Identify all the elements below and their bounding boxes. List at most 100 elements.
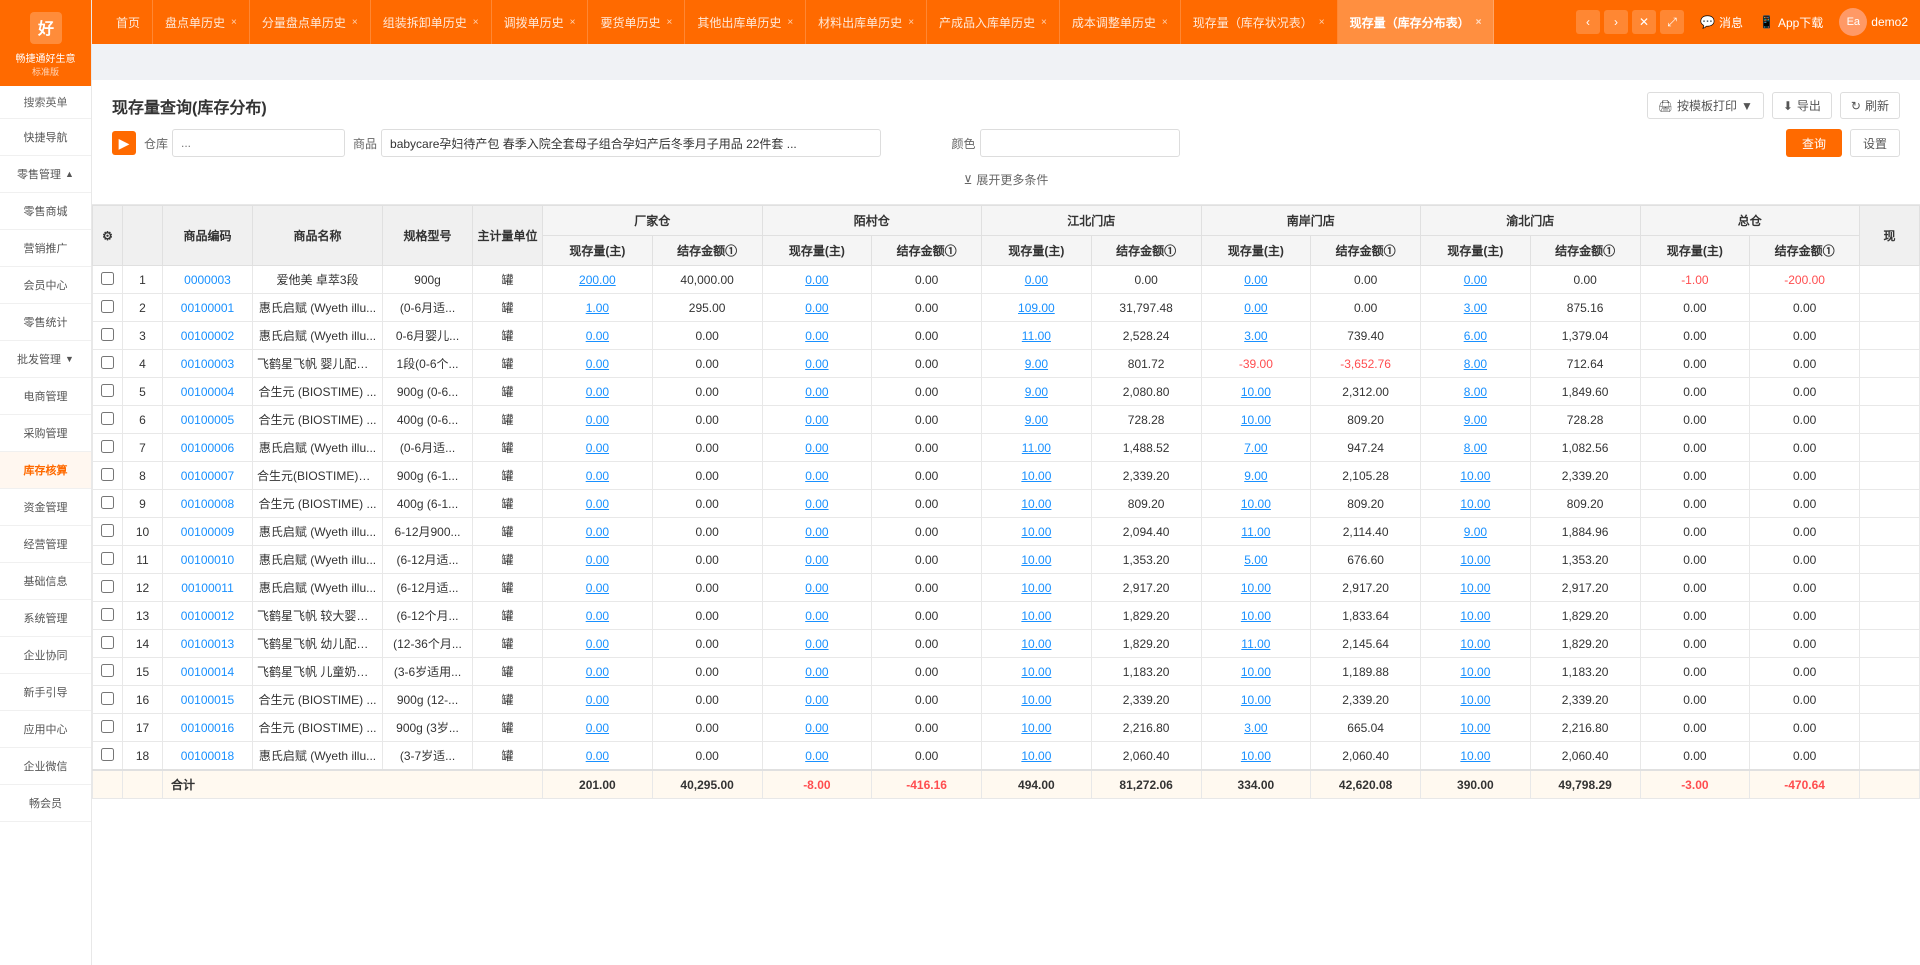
message-btn[interactable]: 💬 消息 [1700, 14, 1743, 31]
row-check[interactable] [93, 602, 123, 630]
row-check[interactable] [93, 378, 123, 406]
tab-other-out[interactable]: 其他出库单历史 × [685, 0, 806, 44]
row-spec: (3-7岁适... [383, 742, 473, 771]
gear-icon[interactable]: ⚙ [102, 229, 113, 243]
tab-close-product-in[interactable]: × [1041, 17, 1047, 28]
table-area[interactable]: ⚙ 商品编码 商品名称 规格型号 主计量单位 厂家仓 陌村仓 江北门店 南岸门店… [92, 205, 1920, 965]
row-check[interactable] [93, 742, 123, 771]
setting-button[interactable]: 设置 [1850, 129, 1900, 157]
tab-close-material-out[interactable]: × [908, 17, 914, 28]
sidebar-item-member[interactable]: 会员中心 [0, 267, 91, 304]
row-jb-qty: 10.00 [982, 490, 1092, 518]
sidebar-item-ops[interactable]: 经营管理 [0, 526, 91, 563]
table-row: 12 00100011 惠氏启赋 (Wyeth illu... (6-12月适.… [93, 574, 1920, 602]
sidebar-item-wechat[interactable]: 企业微信 [0, 748, 91, 785]
sidebar-item-wholesale[interactable]: 批发管理 ▼ [0, 341, 91, 378]
row-check[interactable] [93, 406, 123, 434]
sidebar-item-purchase[interactable]: 采购管理 [0, 415, 91, 452]
tab-request[interactable]: 要货单历史 × [588, 0, 685, 44]
warehouse-input[interactable] [172, 129, 345, 157]
row-na-qty: 7.00 [1201, 434, 1311, 462]
row-check[interactable] [93, 714, 123, 742]
next-tab-btn[interactable]: › [1604, 10, 1628, 34]
logo-icon: 好 [26, 8, 66, 48]
sidebar-item-retail-mgmt[interactable]: 零售管理 ▲ [0, 156, 91, 193]
tab-close-stock-status[interactable]: × [1319, 17, 1325, 28]
tab-close-combo-split[interactable]: × [473, 17, 479, 28]
row-check[interactable] [93, 574, 123, 602]
tab-close-inventory-check[interactable]: × [231, 17, 237, 28]
sidebar-item-shortcut[interactable]: 快捷导航 [0, 119, 91, 156]
sidebar-item-basic[interactable]: 基础信息 [0, 563, 91, 600]
tab-close-sub-inventory[interactable]: × [352, 17, 358, 28]
refresh-button[interactable]: ↻ 刷新 [1840, 92, 1900, 119]
row-check[interactable] [93, 546, 123, 574]
row-check[interactable] [93, 322, 123, 350]
sidebar-item-system[interactable]: 系统管理 [0, 600, 91, 637]
row-yb-qty: 10.00 [1421, 602, 1531, 630]
tab-stock-dist[interactable]: 现存量（库存分布表） × [1338, 0, 1495, 44]
sidebar-item-retail-mall[interactable]: 零售商城 [0, 193, 91, 230]
row-cur [1860, 574, 1920, 602]
tab-home[interactable]: 首页 [104, 0, 153, 44]
prev-tab-btn[interactable]: ‹ [1576, 10, 1600, 34]
tab-close-other-out[interactable]: × [787, 17, 793, 28]
goods-input[interactable] [381, 129, 881, 157]
row-total-amt: 0.00 [1750, 490, 1860, 518]
sidebar-item-ecommerce[interactable]: 电商管理 [0, 378, 91, 415]
row-spec: 900g (0-6... [383, 378, 473, 406]
tab-cost-adj[interactable]: 成本调整单历史 × [1060, 0, 1181, 44]
sidebar-item-member2[interactable]: 畅会员 [0, 785, 91, 822]
query-button[interactable]: 查询 [1786, 129, 1842, 157]
row-check[interactable] [93, 490, 123, 518]
row-check[interactable] [93, 630, 123, 658]
tab-sub-inventory[interactable]: 分量盘点单历史 × [250, 0, 371, 44]
tab-close-cost-adj[interactable]: × [1162, 17, 1168, 28]
tab-close-adjust[interactable]: × [570, 17, 576, 28]
col-spec: 规格型号 [383, 206, 473, 266]
sidebar-search[interactable]: 搜索英单 [0, 86, 91, 119]
row-unit: 罐 [473, 658, 543, 686]
row-jb-qty: 9.00 [982, 406, 1092, 434]
row-check[interactable] [93, 686, 123, 714]
expand-tab-btn[interactable]: ⤢ [1660, 10, 1684, 34]
print-button[interactable]: 🖨 按模板打印 ▼ [1647, 92, 1764, 119]
tab-product-in[interactable]: 产成品入库单历史 × [927, 0, 1060, 44]
filter-toggle-btn[interactable]: ▶ [112, 131, 136, 155]
tab-inventory-check[interactable]: 盘点单历史 × [153, 0, 250, 44]
row-check[interactable] [93, 350, 123, 378]
row-yb-qty: 10.00 [1421, 714, 1531, 742]
sidebar-item-marketing[interactable]: 营销推广 [0, 230, 91, 267]
row-check[interactable] [93, 266, 123, 294]
sidebar-item-inventory[interactable]: 库存核算 [0, 452, 91, 489]
logo[interactable]: 好 畅捷通好生意 标准版 [0, 0, 91, 86]
tab-material-out[interactable]: 材料出库单历史 × [806, 0, 927, 44]
tab-combo-split[interactable]: 组装拆卸单历史 × [371, 0, 492, 44]
sidebar-item-retail-stats[interactable]: 零售统计 [0, 304, 91, 341]
color-input[interactable] [980, 129, 1180, 157]
tab-close-request[interactable]: × [666, 17, 672, 28]
row-check[interactable] [93, 434, 123, 462]
sidebar-item-guide[interactable]: 新手引导 [0, 674, 91, 711]
app-download-btn[interactable]: 📱 App下载 [1759, 14, 1823, 31]
row-mc-qty: 0.00 [762, 322, 872, 350]
user-profile[interactable]: Ea demo2 [1839, 8, 1908, 36]
row-check[interactable] [93, 518, 123, 546]
tab-stock-status[interactable]: 现存量（库存状况表） × [1181, 0, 1338, 44]
sidebar-item-appstore[interactable]: 应用中心 [0, 711, 91, 748]
close-all-btn[interactable]: ✕ [1632, 10, 1656, 34]
export-button[interactable]: ⬇ 导出 [1772, 92, 1832, 119]
row-check[interactable] [93, 462, 123, 490]
row-check[interactable] [93, 294, 123, 322]
tab-close-stock-dist[interactable]: × [1476, 17, 1482, 28]
row-spec: (6-12月适... [383, 546, 473, 574]
row-check[interactable] [93, 658, 123, 686]
sidebar-item-corp[interactable]: 企业协同 [0, 637, 91, 674]
expand-conditions-btn[interactable]: ⊻ 展开更多条件 [956, 167, 1057, 192]
table-row: 5 00100004 合生元 (BIOSTIME) ... 900g (0-6.… [93, 378, 1920, 406]
tab-adjust[interactable]: 调拨单历史 × [492, 0, 589, 44]
logo-subtitle: 标准版 [32, 65, 59, 78]
header-actions: 🖨 按模板打印 ▼ ⬇ 导出 ↻ 刷新 [1647, 92, 1900, 119]
sidebar-item-finance[interactable]: 资金管理 [0, 489, 91, 526]
corp-label: 企业协同 [24, 647, 68, 663]
